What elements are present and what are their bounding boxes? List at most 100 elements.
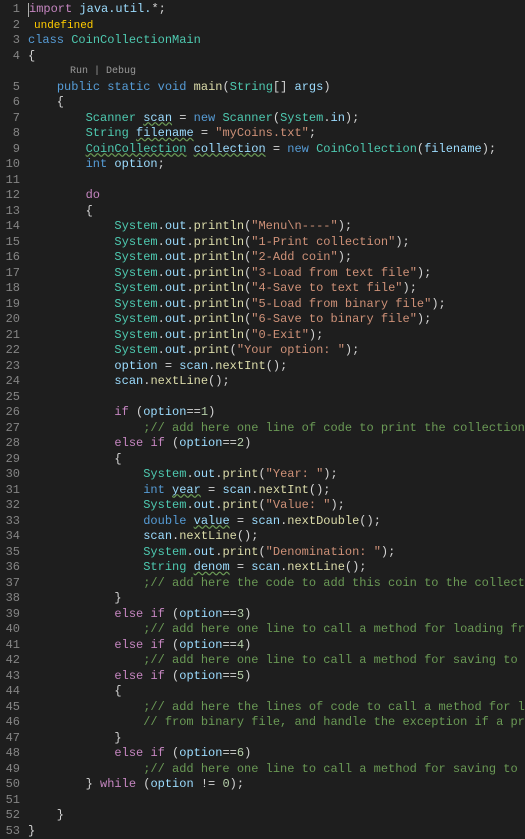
line-number: 49 (4, 762, 20, 778)
code-line[interactable]: CoinCollection collection = new CoinColl… (28, 142, 525, 158)
code-line[interactable]: System.out.println("2-Add coin"); (28, 250, 525, 266)
code-line[interactable]: double value = scan.nextDouble(); (28, 514, 525, 530)
code-line[interactable]: if (option==1) (28, 405, 525, 421)
code-line[interactable]: { (28, 49, 525, 65)
line-number: 38 (4, 591, 20, 607)
line-number: 12 (4, 188, 20, 204)
code-line[interactable]: else if (option==2) (28, 436, 525, 452)
line-number: 43 (4, 669, 20, 685)
line-number: 22 (4, 343, 20, 359)
code-line[interactable]: else if (option==3) (28, 607, 525, 623)
line-number: 2 (4, 18, 20, 34)
line-number: 31 (4, 483, 20, 499)
line-number: 42 (4, 653, 20, 669)
code-line[interactable]: String denom = scan.nextLine(); (28, 560, 525, 576)
code-line[interactable]: System.out.println("1-Print collection")… (28, 235, 525, 251)
line-number: 18 (4, 281, 20, 297)
code-line[interactable]: } (28, 731, 525, 747)
code-line[interactable] (28, 173, 525, 189)
code-line[interactable]: { (28, 95, 525, 111)
code-line[interactable]: System.out.println("0-Exit"); (28, 328, 525, 344)
code-line[interactable]: { (28, 684, 525, 700)
code-line[interactable]: } (28, 591, 525, 607)
code-line[interactable]: int option; (28, 157, 525, 173)
code-line[interactable]: System.out.println("4-Save to text file"… (28, 281, 525, 297)
code-line[interactable]: public static void main(String[] args) (28, 80, 525, 96)
code-line[interactable]: scan.nextLine(); (28, 374, 525, 390)
line-number-gutter: 1234567891011121314151617181920212223242… (0, 0, 28, 830)
code-line[interactable] (28, 390, 525, 406)
line-number: 1 (4, 2, 20, 18)
code-line[interactable]: ;// add here one line of code to print t… (28, 421, 525, 437)
line-number: 51 (4, 793, 20, 809)
code-editor: 1234567891011121314151617181920212223242… (0, 0, 525, 830)
line-number: 19 (4, 297, 20, 313)
code-line[interactable]: Scanner scan = new Scanner(System.in); (28, 111, 525, 127)
line-number: 34 (4, 529, 20, 545)
line-number: 23 (4, 359, 20, 375)
line-number: 4 (4, 49, 20, 65)
line-number: 40 (4, 622, 20, 638)
code-line[interactable]: import java.util.*; (28, 2, 525, 18)
line-number: 16 (4, 250, 20, 266)
code-line[interactable]: System.out.print("Your option: "); (28, 343, 525, 359)
code-line[interactable]: { (28, 452, 525, 468)
line-number: 3 (4, 33, 20, 49)
line-number (4, 64, 20, 80)
line-number: 9 (4, 142, 20, 158)
code-line[interactable]: int year = scan.nextInt(); (28, 483, 525, 499)
line-number: 17 (4, 266, 20, 282)
line-number: 25 (4, 390, 20, 406)
line-number: 5 (4, 80, 20, 96)
line-number: 47 (4, 731, 20, 747)
line-number: 46 (4, 715, 20, 731)
line-number: 26 (4, 405, 20, 421)
code-line[interactable]: else if (option==6) (28, 746, 525, 762)
line-number: 50 (4, 777, 20, 793)
code-line[interactable]: } (28, 824, 525, 839)
line-number: 7 (4, 111, 20, 127)
code-line[interactable]: System.out.println("5-Load from binary f… (28, 297, 525, 313)
code-line[interactable]: ;// add here one line to call a method f… (28, 622, 525, 638)
code-line[interactable]: else if (option==5) (28, 669, 525, 685)
code-line[interactable]: } (28, 808, 525, 824)
lightbulb-icon[interactable]: undefined (28, 20, 93, 32)
line-number: 20 (4, 312, 20, 328)
code-line[interactable]: ;// add here the lines of code to call a… (28, 700, 525, 716)
line-number: 15 (4, 235, 20, 251)
line-number: 33 (4, 514, 20, 530)
code-line[interactable]: System.out.print("Denomination: "); (28, 545, 525, 561)
code-line[interactable]: ;// add here one line to call a method f… (28, 653, 525, 669)
line-number: 36 (4, 560, 20, 576)
code-line[interactable]: else if (option==4) (28, 638, 525, 654)
line-number: 30 (4, 467, 20, 483)
code-line[interactable]: System.out.print("Year: "); (28, 467, 525, 483)
code-line[interactable]: class CoinCollectionMain (28, 33, 525, 49)
code-line[interactable]: do (28, 188, 525, 204)
line-number: 27 (4, 421, 20, 437)
line-number: 11 (4, 173, 20, 189)
code-line[interactable]: System.out.print("Value: "); (28, 498, 525, 514)
line-number: 8 (4, 126, 20, 142)
code-line[interactable]: option = scan.nextInt(); (28, 359, 525, 375)
code-line[interactable]: } while (option != 0); (28, 777, 525, 793)
code-line[interactable]: ;// add here one line to call a method f… (28, 762, 525, 778)
code-line[interactable]: System.out.println("Menu\n----"); (28, 219, 525, 235)
code-line[interactable] (28, 793, 525, 809)
code-line[interactable]: String filename = "myCoins.txt"; (28, 126, 525, 142)
code-line[interactable]: undefined (28, 18, 525, 34)
line-number: 37 (4, 576, 20, 592)
line-number: 52 (4, 808, 20, 824)
code-line[interactable]: System.out.println("3-Load from text fil… (28, 266, 525, 282)
code-line[interactable]: scan.nextLine(); (28, 529, 525, 545)
code-line[interactable]: { (28, 204, 525, 220)
line-number: 39 (4, 607, 20, 623)
line-number: 41 (4, 638, 20, 654)
line-number: 48 (4, 746, 20, 762)
code-line[interactable]: ;// add here the code to add this coin t… (28, 576, 525, 592)
code-area[interactable]: import java.util.*; undefinedclass CoinCo… (28, 0, 525, 830)
code-line[interactable]: // from binary file, and handle the exce… (28, 715, 525, 731)
line-number: 28 (4, 436, 20, 452)
codelens-run-debug[interactable]: Run | Debug (28, 64, 525, 80)
code-line[interactable]: System.out.println("6-Save to binary fil… (28, 312, 525, 328)
